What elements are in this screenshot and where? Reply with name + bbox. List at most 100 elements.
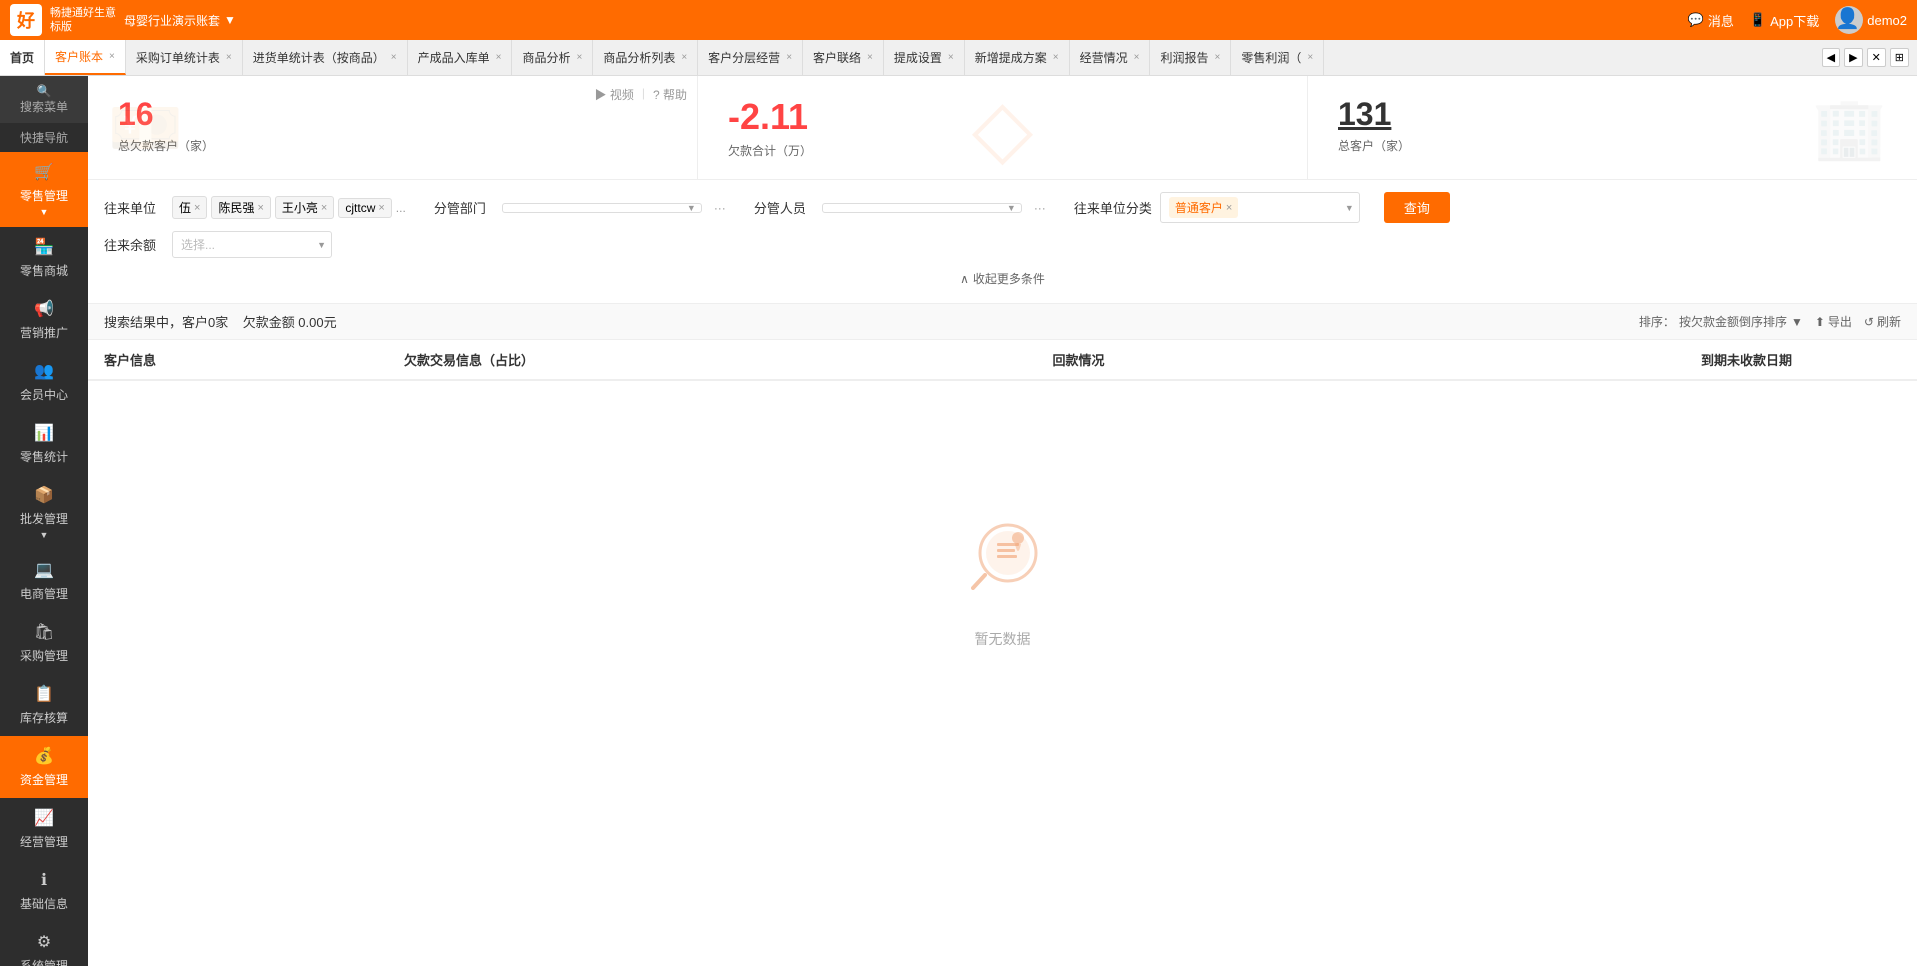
tab-retail-profit[interactable]: 零售利润（ × [1231,40,1324,75]
dept-label: 分管部门 [434,198,494,217]
tab-close-icon[interactable]: × [391,52,397,63]
sidebar-item-retail-mgmt[interactable]: 🛒 零售管理 ▼ [0,152,88,227]
tab-close-all[interactable]: ✕ [1867,48,1886,67]
tab-close-icon[interactable]: × [681,52,687,63]
tab-close-icon[interactable]: × [1307,52,1313,63]
chevron-up-icon: ∧ [960,272,969,286]
balance-select-container: 选择... ▼ [172,231,332,258]
tab-purchase-orders[interactable]: 采购订单统计表 × [126,40,243,75]
tab-close-icon[interactable]: × [226,52,232,63]
tab-profit-report[interactable]: 利润报告 × [1150,40,1231,75]
remove-tag-wu[interactable]: × [194,202,200,214]
remove-tag-wang[interactable]: × [321,202,327,214]
tab-new-promotion[interactable]: 新增提成方案 × [965,40,1070,75]
finance-icon: 💰 [34,746,54,766]
help-link[interactable]: ? 帮助 [653,86,687,103]
sidebar-item-purchase-mgmt[interactable]: 🛍 采购管理 [0,612,88,674]
dept-select[interactable] [502,203,702,213]
avatar: 👤 [1835,6,1863,34]
remove-tag-cjttcw[interactable]: × [378,202,384,214]
export-button[interactable]: ⬆ 导出 [1815,313,1852,330]
unit-type-select[interactable]: 普通客户 × [1160,192,1360,223]
tab-cost-inbound[interactable]: 产成品入库单 × [408,40,513,75]
logo-icon: 好 [10,4,42,36]
tab-close-icon[interactable]: × [109,51,115,62]
account-dropdown[interactable]: 母婴行业演示账套 ▼ [124,12,236,29]
tab-promotion-settings[interactable]: 提成设置 × [884,40,965,75]
app-download-button[interactable]: 📱 App下载 [1750,11,1819,30]
sidebar-item-operations-mgmt[interactable]: 📈 经营管理 [0,798,88,860]
tab-product-analysis[interactable]: 商品分析 × [512,40,593,75]
stats-icon: 📊 [34,423,54,443]
tab-close-icon[interactable]: × [576,52,582,63]
settings-icon: ⚙ [37,932,51,952]
more-tags-btn[interactable]: ... [396,201,406,215]
messages-button[interactable]: 💬 消息 [1688,11,1734,30]
tab-close-icon[interactable]: × [496,52,502,63]
logo-area: 好 畅捷通好生意 标版 母婴行业演示账套 ▼ [10,4,236,36]
col-customer-info: 客户信息 [104,350,404,369]
tab-customer-contact[interactable]: 客户联络 × [803,40,884,75]
balance-select[interactable]: 选择... [172,231,332,258]
sidebar-search[interactable]: 🔍 搜索菜单 [0,76,88,123]
sidebar: 🔍 搜索菜单 快捷导航 🛒 零售管理 ▼ 🏪 零售商城 📢 营销推广 👥 会员中… [0,76,88,966]
sidebar-item-sys-mgmt[interactable]: ⚙ 系统管理 [0,922,88,966]
user-menu[interactable]: 👤 demo2 [1835,6,1907,34]
sidebar-item-wholesale-mgmt[interactable]: 📦 批发管理 ▼ [0,475,88,550]
help-icon: ? [653,88,660,102]
collapse-button[interactable]: ∧ 收起更多条件 [104,266,1901,291]
balance-label: 往来余额 [104,235,164,254]
tab-close-icon[interactable]: × [948,52,954,63]
tab-close-icon[interactable]: × [1134,52,1140,63]
sidebar-item-retail-stats[interactable]: 📊 零售统计 [0,413,88,475]
retail-icon: 🛒 [34,162,54,182]
sidebar-item-retail-mall[interactable]: 🏪 零售商城 [0,227,88,289]
tab-close-icon[interactable]: × [1053,52,1059,63]
sidebar-item-finance[interactable]: 💰 资金管理 [0,736,88,798]
sidebar-item-ecommerce[interactable]: 💻 电商管理 [0,550,88,612]
remove-unit-type[interactable]: × [1226,202,1232,214]
card-total-debt: ◇ -2.11 欠款合计（万） [698,76,1308,179]
operations-icon: 📈 [34,808,54,828]
sidebar-item-basic-info[interactable]: ℹ 基础信息 [0,860,88,922]
tab-close-icon[interactable]: × [867,52,873,63]
inventory-icon: 📋 [34,684,54,704]
balance-placeholder: 选择... [181,236,215,253]
sidebar-item-marketing[interactable]: 📢 营销推广 [0,289,88,351]
total-debt-label: 欠款合计（万） [728,142,812,159]
tab-purchase-stats[interactable]: 进货单统计表（按商品） × [243,40,408,75]
unit-tag-wu: 伍 × [172,196,207,219]
top-header: 好 畅捷通好生意 标版 母婴行业演示账套 ▼ 💬 消息 📱 App下载 👤 de… [0,0,1917,40]
download-icon: 📱 [1750,12,1766,28]
content-area: 💴 16 总欠款客户（家） ▶ 视频 | ? 帮助 [88,76,1917,966]
message-icon: 💬 [1688,12,1704,28]
refresh-button[interactable]: ↺ 刷新 [1864,313,1901,330]
sidebar-quick-nav[interactable]: 快捷导航 [0,123,88,152]
unit-tags: 伍 × 陈民强 × 王小亮 × cjttcw × ... [172,196,406,219]
empty-illustration [943,513,1063,613]
tab-customers[interactable]: 客户账本 × [45,40,126,75]
tab-close-icon[interactable]: × [1214,52,1220,63]
tab-close-icon[interactable]: × [786,52,792,63]
tab-home[interactable]: 首页 [0,40,45,75]
tab-product-list[interactable]: 商品分析列表 × [593,40,698,75]
sort-select[interactable]: 排序： 按欠款金额倒序排序 ▼ [1639,313,1803,330]
chevron-icon: ▼ [40,530,49,540]
tab-operations[interactable]: 经营情况 × [1070,40,1151,75]
sidebar-item-members[interactable]: 👥 会员中心 [0,351,88,413]
tab-next-arrow[interactable]: ▶ [1844,48,1862,67]
dept-more[interactable]: ··· [714,201,726,215]
person-label: 分管人员 [754,198,814,217]
tab-prev-arrow[interactable]: ◀ [1822,48,1840,67]
card-actions: ▶ 视频 | ? 帮助 [594,86,687,103]
tab-customer-tier[interactable]: 客户分层经营 × [698,40,803,75]
query-button[interactable]: 查询 [1384,192,1450,223]
sort-arrow-icon: ▼ [1791,315,1803,329]
tab-maximize[interactable]: ⊞ [1890,48,1909,67]
video-link[interactable]: ▶ 视频 [594,86,633,103]
person-more[interactable]: ··· [1034,201,1046,215]
person-select[interactable] [822,203,1022,213]
card-bg-icon-money: 💴 [108,94,183,161]
sidebar-item-inventory[interactable]: 📋 库存核算 [0,674,88,736]
remove-tag-chen[interactable]: × [257,202,263,214]
